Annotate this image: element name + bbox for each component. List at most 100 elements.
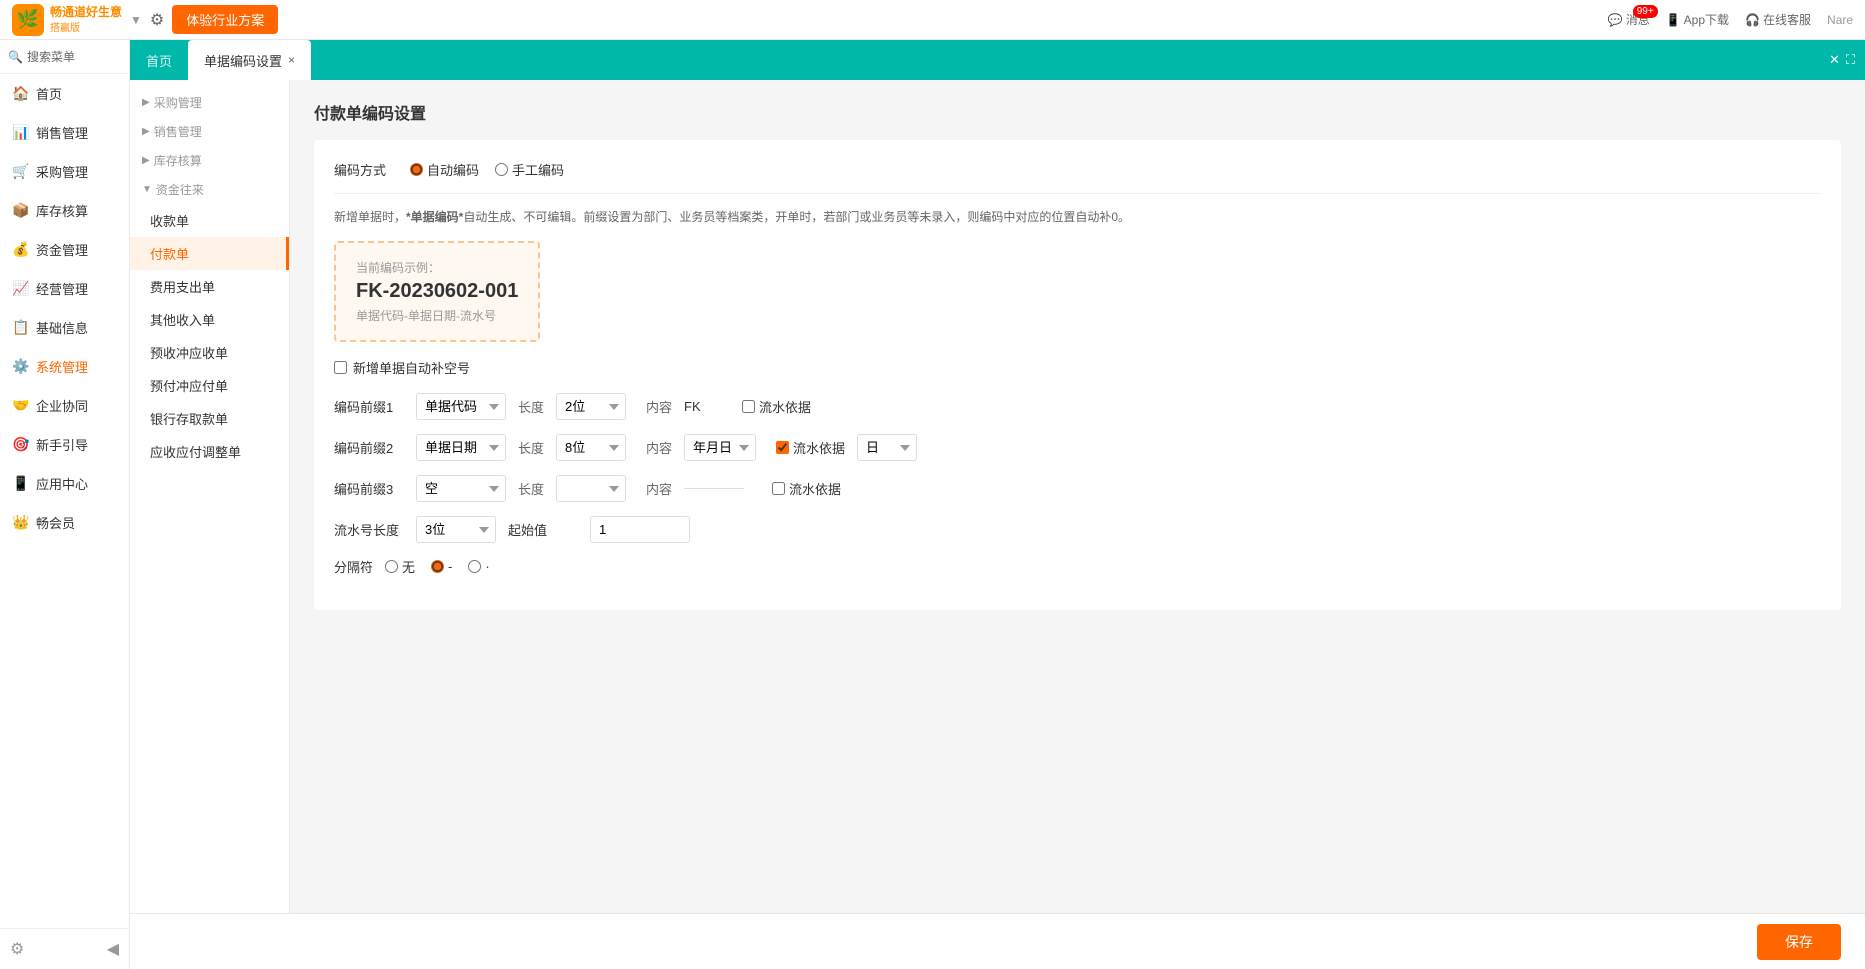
sidebar-item-home[interactable]: 🏠 首页 <box>0 74 129 113</box>
sep-none-option[interactable]: 无 <box>385 557 415 576</box>
top-bar-left: 🌿 畅通道好生意 搭赢版 ▼ ⚙ 体验行业方案 <box>12 4 278 36</box>
sep-dot-radio[interactable] <box>468 560 481 573</box>
sidebar-item-inventory[interactable]: 📦 库存核算 <box>0 191 129 230</box>
fullscreen-icon[interactable]: ⛶ <box>1846 52 1855 68</box>
search-label: 搜索菜单 <box>27 48 75 65</box>
start-value-label: 起始值 <box>508 520 578 539</box>
tab-close-icon[interactable]: × <box>288 53 295 67</box>
chevron-down-icon: ▼ <box>142 184 152 195</box>
nav-tabs: 首页 单据编码设置 × ✕ ⛶ <box>130 40 1865 80</box>
message-icon: 💬 <box>1608 13 1623 27</box>
content2-label: 内容 <box>646 438 672 457</box>
guide-icon: 🎯 <box>12 436 30 454</box>
content3-label: 内容 <box>646 479 672 498</box>
sidebar-item-label-basic: 基础信息 <box>36 318 88 337</box>
auto-zero-label: 新增单据自动补空号 <box>353 358 470 377</box>
sub-nav-group-sales[interactable]: ▶ 销售管理 <box>130 117 289 146</box>
bottom-bar: 保存 <box>130 913 1865 969</box>
manual-encode-label: 手工编码 <box>512 160 564 179</box>
save-button[interactable]: 保存 <box>1757 924 1841 960</box>
length2-select[interactable]: 8位 6位 4位 <box>556 434 626 461</box>
sep-dash-option[interactable]: - <box>431 559 452 574</box>
sidebar-item-capital[interactable]: 💰 资金管理 <box>0 230 129 269</box>
content-with-footer: 首页 单据编码设置 × ✕ ⛶ ▶ 采购管理 ▶ 销售管理 <box>130 40 1865 969</box>
sidebar-collapse-icon[interactable]: ◀ <box>107 939 119 959</box>
online-service-button[interactable]: 🎧 在线客服 <box>1745 11 1811 28</box>
app-download-label: App下载 <box>1684 11 1729 28</box>
content2-select[interactable]: 年月日 年月 年 <box>684 434 756 461</box>
sidebar: 🔍 搜索菜单 🏠 首页 📊 销售管理 🛒 采购管理 📦 库存核算 💰 资金管理 … <box>0 40 130 969</box>
manual-encode-radio[interactable] <box>495 163 508 176</box>
serial2-checkbox[interactable] <box>776 441 789 454</box>
sidebar-item-purchase[interactable]: 🛒 采购管理 <box>0 152 129 191</box>
sidebar-item-member[interactable]: 👑 畅会员 <box>0 503 129 542</box>
app-download-button[interactable]: 📱 App下载 <box>1666 11 1729 28</box>
auto-encode-radio[interactable] <box>410 163 423 176</box>
sub-nav-item-receipt[interactable]: 收款单 <box>130 204 289 237</box>
expand-icon[interactable]: ✕ <box>1829 52 1840 68</box>
serial-length-select[interactable]: 3位 4位 5位 6位 <box>416 516 496 543</box>
service-icon: 🎧 <box>1745 13 1760 27</box>
sub-nav-group-sales-label: 销售管理 <box>154 123 202 140</box>
tab-settings[interactable]: 单据编码设置 × <box>188 40 311 80</box>
prefix1-select[interactable]: 单据代码 部门 业务员 <box>416 393 506 420</box>
manual-encode-option[interactable]: 手工编码 <box>495 160 564 179</box>
sub-nav-item-bank-deposit[interactable]: 银行存取款单 <box>130 402 289 435</box>
message-button[interactable]: 💬 消息 99+ <box>1608 11 1650 28</box>
auto-zero-checkbox[interactable] <box>334 361 347 374</box>
capital-icon: 💰 <box>12 241 30 259</box>
sub-nav-item-advance-payment[interactable]: 预付冲应付单 <box>130 369 289 402</box>
serial1-check-label[interactable]: 流水依据 <box>742 397 811 416</box>
sub-nav-item-adjustment[interactable]: 应收应付调整单 <box>130 435 289 468</box>
sub-nav-group-purchase[interactable]: ▶ 采购管理 <box>130 88 289 117</box>
sidebar-item-guide[interactable]: 🎯 新手引导 <box>0 425 129 464</box>
system-icon: ⚙️ <box>12 358 30 376</box>
sub-nav-group-inventory[interactable]: ▶ 库存核算 <box>130 146 289 175</box>
sep-none-radio[interactable] <box>385 560 398 573</box>
tab-home[interactable]: 首页 <box>130 40 188 80</box>
length1-select[interactable]: 2位 3位 4位 <box>556 393 626 420</box>
trial-button[interactable]: 体验行业方案 <box>172 5 278 34</box>
sidebar-item-enterprise[interactable]: 🤝 企业协同 <box>0 386 129 425</box>
sep-dash-radio[interactable] <box>431 560 444 573</box>
serial1-checkbox[interactable] <box>742 400 755 413</box>
sidebar-settings-icon[interactable]: ⚙ <box>10 939 24 959</box>
sidebar-item-appstore[interactable]: 📱 应用中心 <box>0 464 129 503</box>
separator-label: 分隔符 <box>334 557 373 576</box>
serial3-check-label[interactable]: 流水依据 <box>772 479 841 498</box>
user-info[interactable]: Nare <box>1827 13 1853 27</box>
settings-icon[interactable]: ⚙ <box>150 10 164 30</box>
basic-icon: 📋 <box>12 319 30 337</box>
prefix2-select[interactable]: 单据日期 部门 业务员 <box>416 434 506 461</box>
sub-nav-item-payment[interactable]: 付款单 <box>130 237 289 270</box>
sub-nav-item-expense[interactable]: 费用支出单 <box>130 270 289 303</box>
logo-icon: 🌿 <box>12 4 44 36</box>
serial2-check-label[interactable]: 流水依据 <box>776 438 845 457</box>
length3-select[interactable]: 2位 3位 <box>556 475 626 502</box>
prefix3-row: 编码前缀3 空 单据代码 部门 长度 2位 3位 内容 <box>334 475 1821 502</box>
sidebar-item-label-system: 系统管理 <box>36 357 88 376</box>
sidebar-item-system[interactable]: ⚙️ 系统管理 <box>0 347 129 386</box>
sub-nav-item-advance-receipt[interactable]: 预收冲应收单 <box>130 336 289 369</box>
dropdown-arrow[interactable]: ▼ <box>130 13 142 27</box>
serial2-unit-select[interactable]: 日 月 年 <box>857 434 917 461</box>
prefix3-select[interactable]: 空 单据代码 部门 <box>416 475 506 502</box>
sidebar-item-operation[interactable]: 📈 经营管理 <box>0 269 129 308</box>
sidebar-item-label-appstore: 应用中心 <box>36 474 88 493</box>
top-bar: 🌿 畅通道好生意 搭赢版 ▼ ⚙ 体验行业方案 💬 消息 99+ 📱 App下载… <box>0 0 1865 40</box>
sidebar-search[interactable]: 🔍 搜索菜单 <box>0 40 129 74</box>
nav-tab-expand: ✕ ⛶ <box>1819 52 1865 68</box>
top-bar-right: 💬 消息 99+ 📱 App下载 🎧 在线客服 Nare <box>1608 11 1853 28</box>
sidebar-item-sales[interactable]: 📊 销售管理 <box>0 113 129 152</box>
sep-dot-option[interactable]: · <box>468 559 489 574</box>
auto-encode-option[interactable]: 自动编码 <box>410 160 479 179</box>
sep-dot-label: · <box>485 559 489 574</box>
sub-nav-item-other-income[interactable]: 其他收入单 <box>130 303 289 336</box>
sub-nav-item-bank-deposit-label: 银行存取款单 <box>150 412 228 427</box>
sub-nav-group-capital[interactable]: ▼ 资金往来 <box>130 175 289 204</box>
sidebar-item-basic[interactable]: 📋 基础信息 <box>0 308 129 347</box>
online-service-label: 在线客服 <box>1763 11 1811 28</box>
content3-value <box>684 488 744 489</box>
serial3-checkbox[interactable] <box>772 482 785 495</box>
start-value-input[interactable] <box>590 516 690 543</box>
